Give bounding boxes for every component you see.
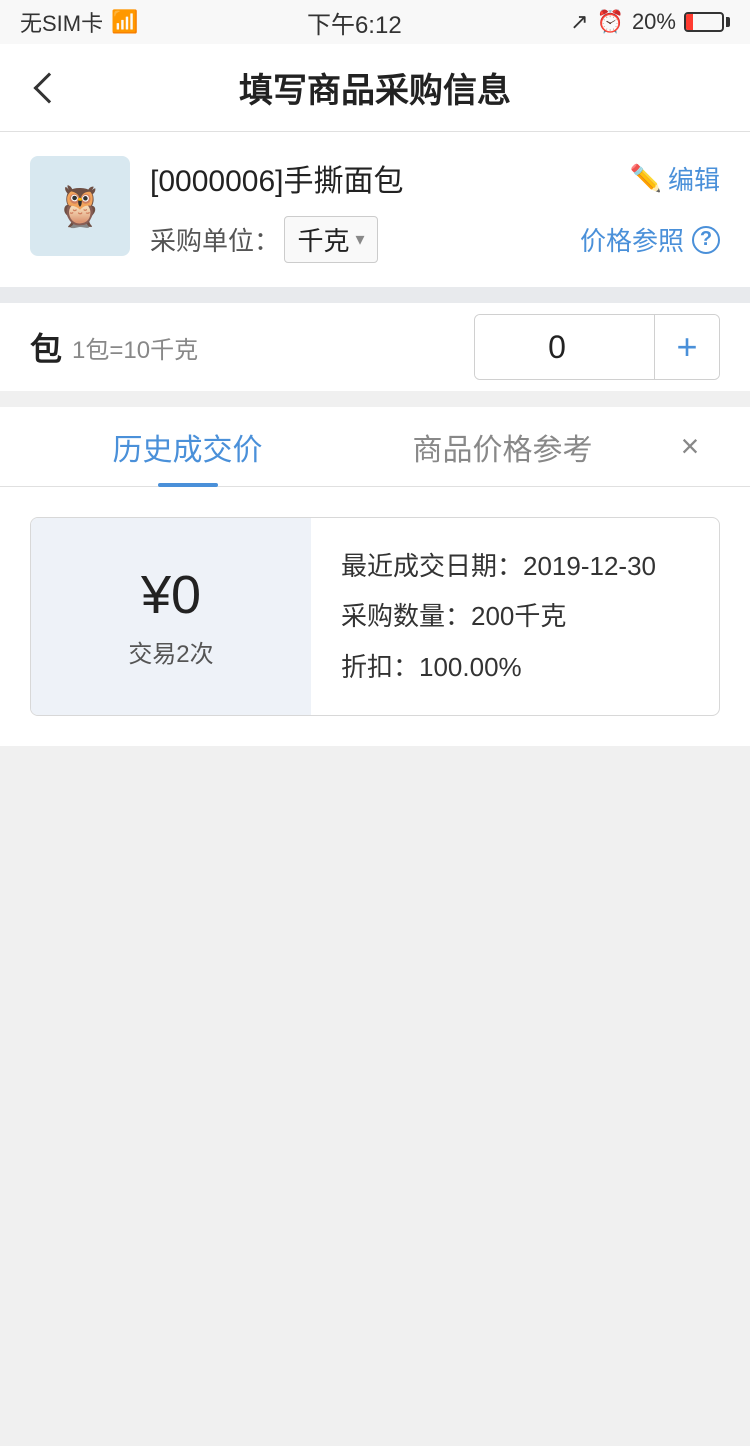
tab-history-price[interactable]: 历史成交价 <box>30 407 345 487</box>
price-quantity-row: 采购数量：200千克 <box>341 598 689 634</box>
location-icon: ↗ <box>570 9 588 35</box>
price-ref-button[interactable]: 价格参照 ? <box>580 221 720 258</box>
tab-product-price-ref[interactable]: 商品价格参考 <box>345 407 660 487</box>
status-left: 无SIM卡 📶 <box>20 6 139 38</box>
quantity-section: 包 1包=10千克 + <box>0 303 750 391</box>
product-section: 🦉 [0000006]手撕面包 ✏️ 编辑 采购单位： 千克 ▾ <box>0 132 750 287</box>
status-right: ↗ ⏰ 20% <box>570 9 730 35</box>
edit-label: 编辑 <box>668 160 720 197</box>
price-transactions: 交易2次 <box>128 634 213 669</box>
unit-value: 千克 <box>297 221 349 258</box>
wifi-icon: 📶 <box>111 9 138 35</box>
tab-history-label: 历史成交价 <box>113 425 263 469</box>
page-title: 填写商品采购信息 <box>88 63 662 112</box>
quantity-input[interactable] <box>475 315 655 379</box>
quantity-label: 包 1包=10千克 <box>30 324 198 370</box>
product-thumbnail: 🦉 <box>30 156 130 256</box>
product-thumb-icon: 🦉 <box>55 183 105 230</box>
back-arrow-icon <box>33 72 64 103</box>
price-date-row: 最近成交日期：2019-12-30 <box>341 548 689 584</box>
price-value: ¥0 <box>141 564 201 626</box>
quantity-value-card: 200千克 <box>471 601 566 631</box>
carrier-label: 无SIM卡 <box>20 6 103 38</box>
help-icon: ? <box>692 226 720 254</box>
cards-container: ¥0 交易2次 最近成交日期：2019-12-30 采购数量：200千克 折扣：… <box>0 487 750 746</box>
product-row: 🦉 [0000006]手撕面包 ✏️ 编辑 采购单位： 千克 ▾ <box>30 156 720 263</box>
unit-label: 采购单位： <box>150 226 280 256</box>
quantity-conversion: 1包=10千克 <box>72 330 198 365</box>
product-unit-row: 采购单位： 千克 ▾ 价格参照 ? <box>150 216 720 263</box>
unit-label-group: 采购单位： 千克 ▾ <box>150 216 378 263</box>
main-content <box>0 746 750 1446</box>
discount-label: 折扣： <box>341 652 419 682</box>
price-card: ¥0 交易2次 最近成交日期：2019-12-30 采购数量：200千克 折扣：… <box>30 517 720 716</box>
battery-percent: 20% <box>632 9 676 35</box>
close-icon: × <box>681 428 700 465</box>
tabs-close-button[interactable]: × <box>660 407 720 487</box>
quantity-input-group: + <box>474 314 720 380</box>
quantity-unit: 包 <box>30 324 62 370</box>
unit-select[interactable]: 千克 ▾ <box>284 216 377 263</box>
section-divider <box>0 287 750 303</box>
date-label: 最近成交日期： <box>341 551 523 581</box>
price-discount-row: 折扣：100.00% <box>341 649 689 685</box>
edit-button[interactable]: ✏️ 编辑 <box>630 160 720 197</box>
edit-icon: ✏️ <box>630 163 662 194</box>
product-info: [0000006]手撕面包 ✏️ 编辑 采购单位： 千克 ▾ 价格参照 ? <box>150 156 720 263</box>
battery-icon <box>684 12 730 32</box>
quantity-plus-button[interactable]: + <box>655 315 719 379</box>
product-name: [0000006]手撕面包 <box>150 156 403 200</box>
time-label: 下午6:12 <box>307 5 402 40</box>
header: 填写商品采购信息 <box>0 44 750 132</box>
alarm-icon: ⏰ <box>597 9 624 35</box>
chevron-down-icon: ▾ <box>355 229 364 250</box>
price-card-right: 最近成交日期：2019-12-30 采购数量：200千克 折扣：100.00% <box>311 518 719 715</box>
quantity-label-card: 采购数量： <box>341 601 471 631</box>
price-card-left: ¥0 交易2次 <box>31 518 311 715</box>
tab-price-ref-label: 商品价格参考 <box>413 425 593 469</box>
date-value: 2019-12-30 <box>523 551 656 581</box>
discount-value: 100.00% <box>419 652 522 682</box>
status-bar: 无SIM卡 📶 下午6:12 ↗ ⏰ 20% <box>0 0 750 44</box>
product-name-row: [0000006]手撕面包 ✏️ 编辑 <box>150 156 720 200</box>
price-ref-label: 价格参照 <box>580 221 684 258</box>
tabs-header: 历史成交价 商品价格参考 × <box>0 407 750 487</box>
back-button[interactable] <box>0 44 88 132</box>
tabs-section: 历史成交价 商品价格参考 × ¥0 交易2次 最近成交日期：2019-12-30… <box>0 407 750 746</box>
